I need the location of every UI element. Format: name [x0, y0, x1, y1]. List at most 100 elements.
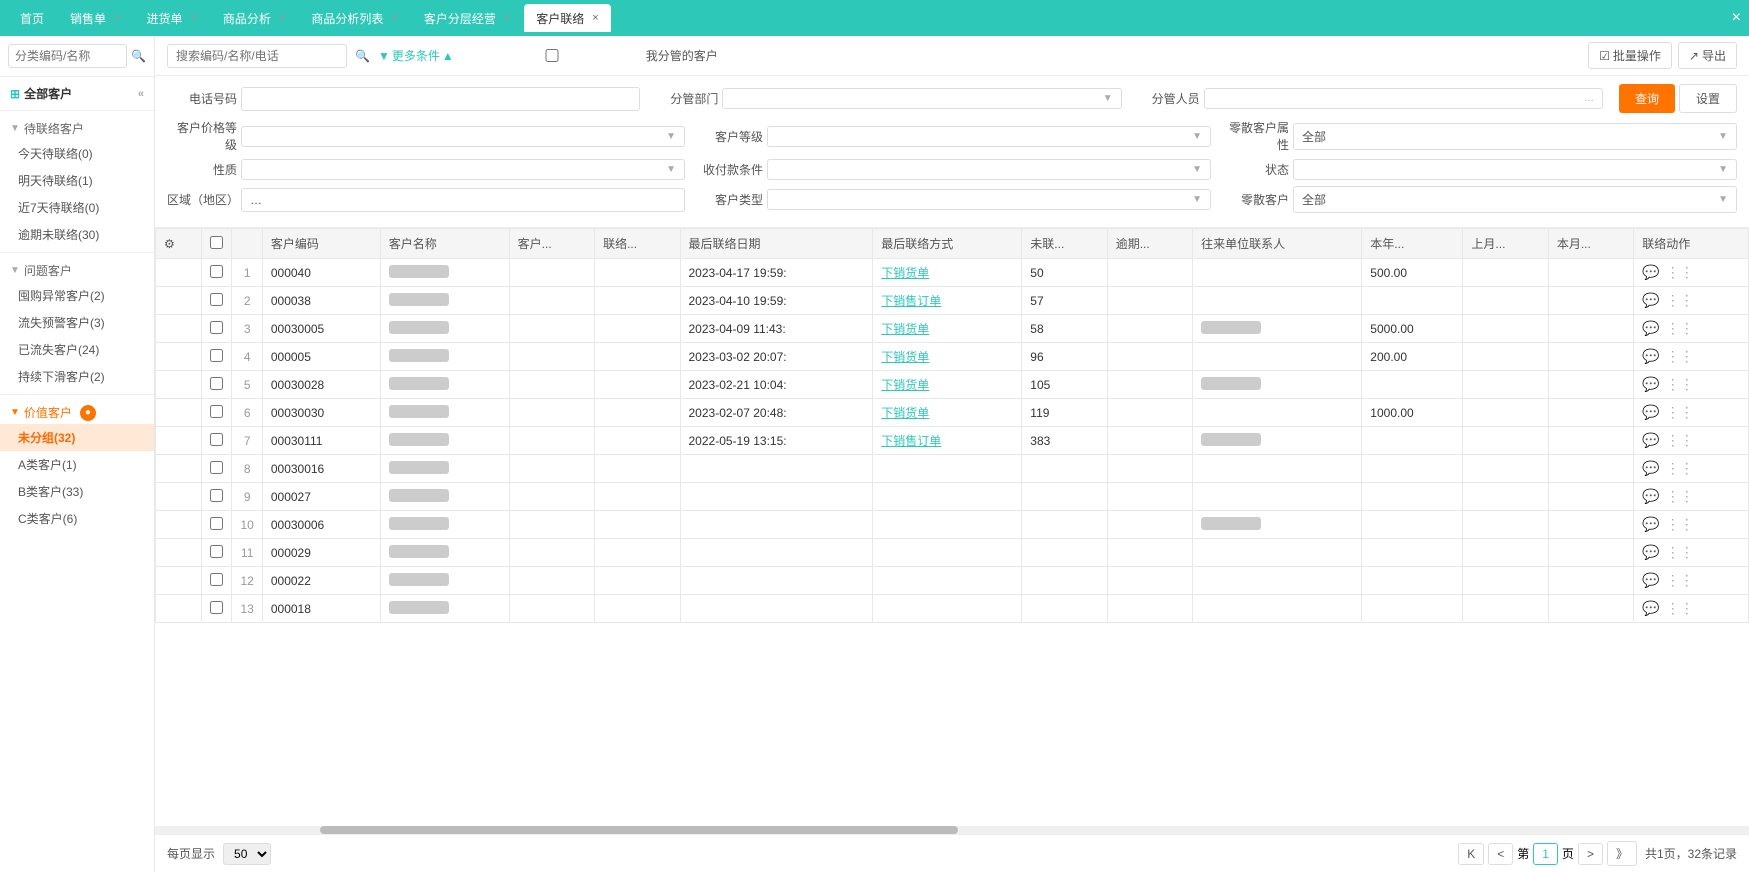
person-select[interactable]: …	[1204, 88, 1603, 109]
last-method-link[interactable]: 下销货单	[881, 378, 929, 392]
row-last-method[interactable]	[873, 567, 1022, 595]
tab-home[interactable]: 首页	[8, 4, 56, 32]
col-contact[interactable]: 联络...	[595, 229, 680, 259]
row-select-checkbox[interactable]	[210, 601, 223, 614]
row-last-method[interactable]	[873, 539, 1022, 567]
more-action-icon[interactable]: ⋮⋮	[1666, 292, 1694, 309]
row-last-method[interactable]	[873, 595, 1022, 623]
search-input[interactable]	[167, 44, 347, 68]
row-last-method[interactable]	[873, 483, 1022, 511]
sidebar-pending-contact-label[interactable]: ▼ 待联络客户	[0, 115, 154, 140]
sidebar-item-today[interactable]: 今天待联络(0)	[0, 140, 154, 167]
sidebar-item-abnormal[interactable]: 囤购异常客户(2)	[0, 282, 154, 309]
contact-action-icon[interactable]: 💬	[1642, 432, 1659, 449]
retail-customer-select[interactable]: 全部 ▼	[1293, 186, 1737, 213]
more-action-icon[interactable]: ⋮⋮	[1666, 460, 1694, 477]
contact-action-icon[interactable]: 💬	[1642, 404, 1659, 421]
row-select-checkbox[interactable]	[210, 489, 223, 502]
reset-btn[interactable]: 设置	[1679, 84, 1737, 113]
row-checkbox[interactable]	[202, 315, 232, 343]
tab-purchase-close[interactable]: ×	[190, 12, 196, 24]
contact-action-icon[interactable]: 💬	[1642, 572, 1659, 589]
row-last-method[interactable]: 下销货单	[873, 399, 1022, 427]
row-select-checkbox[interactable]	[210, 349, 223, 362]
row-last-method[interactable]: 下销货单	[873, 371, 1022, 399]
row-checkbox[interactable]	[202, 455, 232, 483]
tab-sales[interactable]: 销售单 ×	[58, 4, 132, 32]
more-action-icon[interactable]: ⋮⋮	[1666, 348, 1694, 365]
payment-select[interactable]: ▼	[767, 159, 1211, 180]
row-checkbox[interactable]	[202, 511, 232, 539]
row-select-checkbox[interactable]	[210, 433, 223, 446]
price-level-select[interactable]: ▼	[241, 126, 685, 147]
row-last-method[interactable]: 下销货单	[873, 315, 1022, 343]
contact-action-icon[interactable]: 💬	[1642, 600, 1659, 617]
contact-action-icon[interactable]: 💬	[1642, 460, 1659, 477]
sidebar-item-ungroup[interactable]: 未分组(32)	[0, 424, 154, 451]
nature-select[interactable]: ▼	[241, 159, 685, 180]
last-page-btn[interactable]: 》	[1607, 841, 1637, 866]
row-select-checkbox[interactable]	[210, 265, 223, 278]
row-select-checkbox[interactable]	[210, 461, 223, 474]
col-this-year[interactable]: 本年...	[1362, 229, 1463, 259]
last-method-link[interactable]: 下销货单	[881, 406, 929, 420]
more-action-icon[interactable]: ⋮⋮	[1666, 488, 1694, 505]
col-no-contact[interactable]: 未联...	[1022, 229, 1107, 259]
row-checkbox[interactable]	[202, 567, 232, 595]
row-checkbox[interactable]	[202, 371, 232, 399]
my-customer-check[interactable]	[462, 49, 642, 62]
row-last-method[interactable]: 下销货单	[873, 259, 1022, 287]
sidebar-item-churn-warning[interactable]: 流失预警客户(3)	[0, 309, 154, 336]
global-close-button[interactable]: ×	[1732, 9, 1741, 27]
row-checkbox[interactable]	[202, 483, 232, 511]
contact-action-icon[interactable]: 💬	[1642, 264, 1659, 281]
tab-sales-close[interactable]: ×	[114, 12, 120, 24]
sidebar-search-input[interactable]	[8, 44, 127, 68]
batch-operation-btn[interactable]: ☑ 批量操作	[1588, 42, 1672, 69]
contact-action-icon[interactable]: 💬	[1642, 544, 1659, 561]
page-size-select[interactable]: 50	[223, 843, 271, 865]
sidebar-item-overdue[interactable]: 逾期未联络(30)	[0, 221, 154, 248]
last-method-link[interactable]: 下销货单	[881, 322, 929, 336]
sidebar-item-7days[interactable]: 近7天待联络(0)	[0, 194, 154, 221]
more-action-icon[interactable]: ⋮⋮	[1666, 432, 1694, 449]
sidebar-item-class-b[interactable]: B类客户(33)	[0, 478, 154, 505]
first-page-btn[interactable]: K	[1458, 843, 1484, 865]
sidebar-item-class-c[interactable]: C类客户(6)	[0, 505, 154, 532]
row-last-method[interactable]: 下销售订单	[873, 287, 1022, 315]
contact-action-icon[interactable]: 💬	[1642, 320, 1659, 337]
more-conditions-btn[interactable]: ▼ 更多条件 ▲	[378, 47, 454, 64]
sidebar-item-class-a[interactable]: A类客户(1)	[0, 451, 154, 478]
col-this-month[interactable]: 本月...	[1548, 229, 1633, 259]
last-method-link[interactable]: 下销货单	[881, 266, 929, 280]
col-unit-contact[interactable]: 往来单位联系人	[1193, 229, 1362, 259]
sidebar-item-lost[interactable]: 已流失客户(24)	[0, 336, 154, 363]
area-select[interactable]: …	[241, 188, 685, 212]
row-checkbox[interactable]	[202, 259, 232, 287]
col-last-method[interactable]: 最后联络方式	[873, 229, 1022, 259]
more-action-icon[interactable]: ⋮⋮	[1666, 404, 1694, 421]
row-checkbox[interactable]	[202, 287, 232, 315]
tab-product-analysis-list-close[interactable]: ×	[391, 12, 397, 24]
row-last-method[interactable]: 下销货单	[873, 343, 1022, 371]
tab-customer-segment-close[interactable]: ×	[504, 12, 510, 24]
retail-attr-select[interactable]: 全部 ▼	[1293, 123, 1737, 150]
more-action-icon[interactable]: ⋮⋮	[1666, 264, 1694, 281]
col-last-month[interactable]: 上月...	[1463, 229, 1548, 259]
tab-product-analysis-list[interactable]: 商品分析列表 ×	[299, 4, 409, 32]
contact-action-icon[interactable]: 💬	[1642, 292, 1659, 309]
tab-product-analysis-close[interactable]: ×	[279, 12, 285, 24]
collapse-icon[interactable]: «	[138, 88, 144, 100]
last-method-link[interactable]: 下销货单	[881, 350, 929, 364]
filter-search-icon[interactable]: 🔍	[355, 49, 370, 63]
row-last-method[interactable]	[873, 511, 1022, 539]
export-btn[interactable]: ↗ 导出	[1678, 42, 1737, 69]
tab-customer-contact-close[interactable]: ×	[592, 12, 598, 24]
row-checkbox[interactable]	[202, 343, 232, 371]
sidebar-value-customers-label[interactable]: ▼ 价值客户 ●	[0, 399, 154, 424]
status-select[interactable]: ▼	[1293, 159, 1737, 180]
row-select-checkbox[interactable]	[210, 377, 223, 390]
my-customer-checkbox[interactable]: 我分管的客户	[462, 47, 718, 64]
last-method-link[interactable]: 下销售订单	[881, 294, 941, 308]
more-action-icon[interactable]: ⋮⋮	[1666, 600, 1694, 617]
